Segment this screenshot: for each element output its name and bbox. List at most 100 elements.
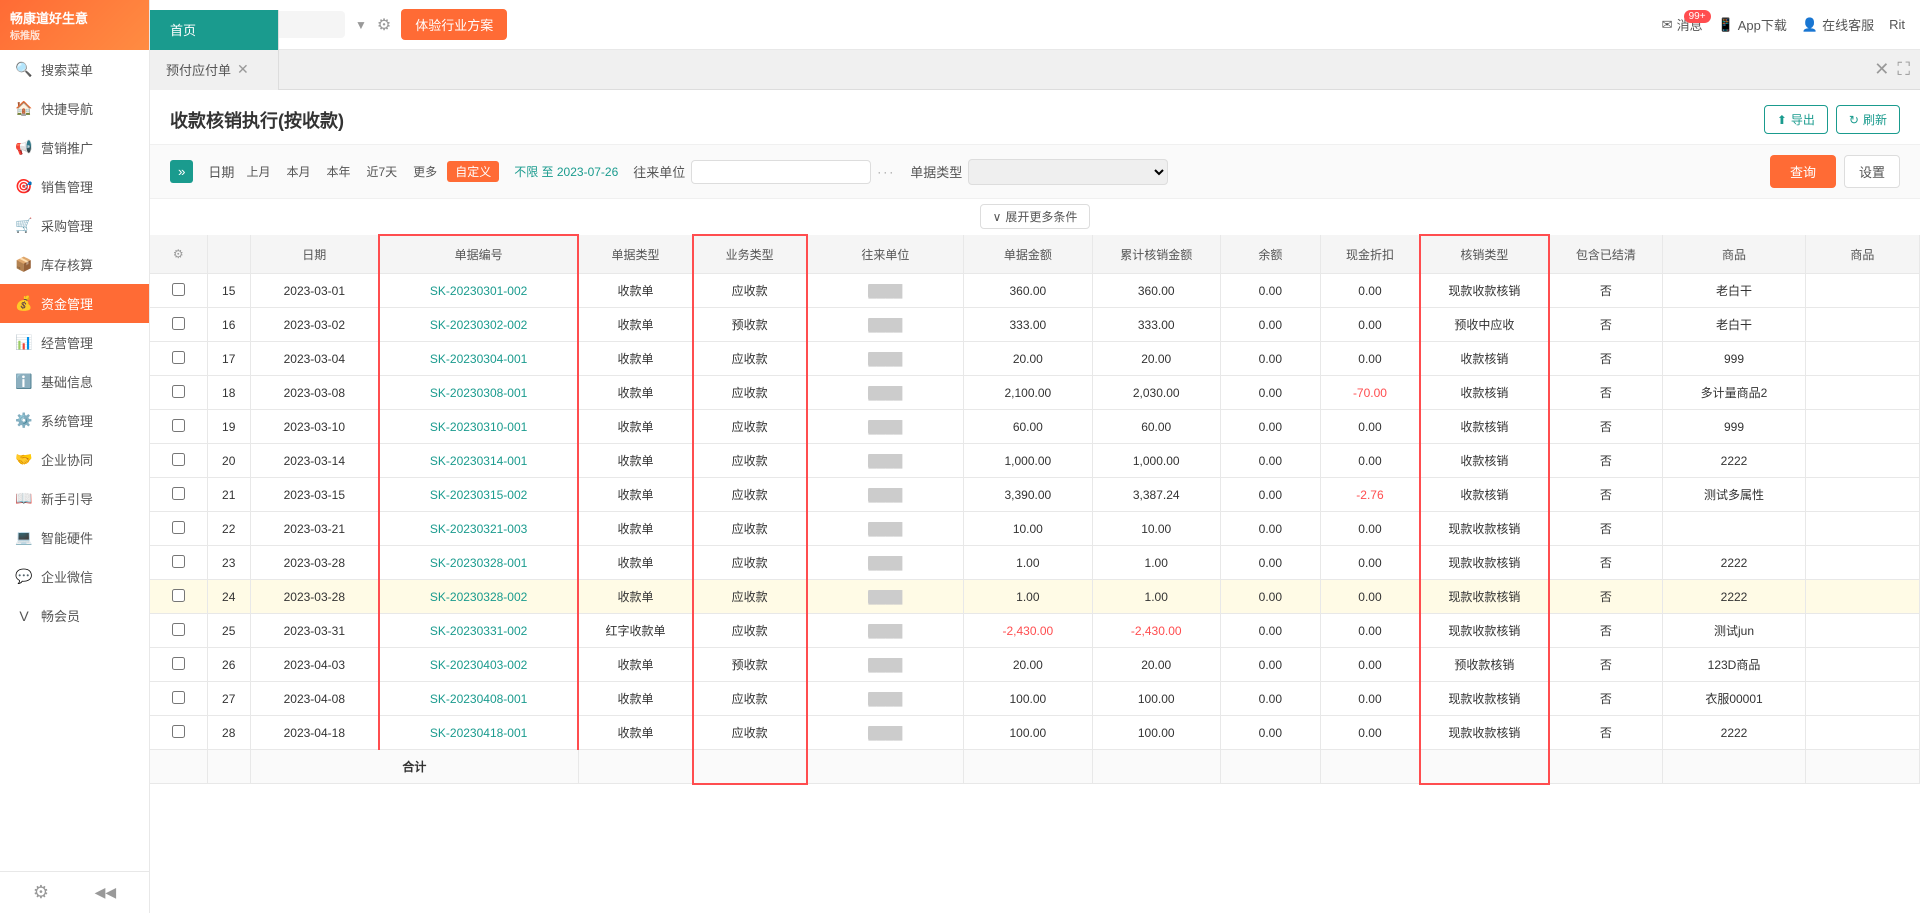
doc-no-link[interactable]: SK-20230314-001 <box>430 454 527 468</box>
date-this-month[interactable]: 本月 <box>280 161 316 182</box>
date-7days[interactable]: 近7天 <box>360 161 403 182</box>
cell-checkbox[interactable] <box>150 614 207 648</box>
doc-no-link[interactable]: SK-20230304-001 <box>430 352 527 366</box>
sidebar-item-inventory[interactable]: 📦库存核算 <box>0 245 149 284</box>
doc-no-link[interactable]: SK-20230328-001 <box>430 556 527 570</box>
doc-no-link[interactable]: SK-20230321-003 <box>430 522 527 536</box>
sidebar-item-wechat[interactable]: 💬企业微信 <box>0 557 149 596</box>
row-checkbox[interactable] <box>172 487 185 500</box>
col-biz-type[interactable]: 业务类型 <box>693 235 807 274</box>
expand-tab-icon[interactable]: ⛶ <box>1897 59 1910 80</box>
app-download-btn[interactable]: 📱 App下载 <box>1718 15 1787 34</box>
col-settings[interactable]: ⚙ <box>150 235 207 274</box>
sidebar-item-basic[interactable]: ℹ️基础信息 <box>0 362 149 401</box>
col-cash-discount[interactable]: 现金折扣 <box>1320 235 1420 274</box>
doc-no-link[interactable]: SK-20230408-001 <box>430 692 527 706</box>
settings-btn[interactable]: 设置 <box>1844 155 1900 188</box>
doc-no-link[interactable]: SK-20230301-002 <box>430 284 527 298</box>
col-unit[interactable]: 往来单位 <box>807 235 964 274</box>
doc-no-link[interactable]: SK-20230328-002 <box>430 590 527 604</box>
col-goods[interactable]: 商品 <box>1663 235 1806 274</box>
doc-no-link[interactable]: SK-20230331-002 <box>430 624 527 638</box>
doc-no-link[interactable]: SK-20230418-001 <box>430 726 527 740</box>
row-checkbox[interactable] <box>172 589 185 602</box>
col-total-cancel[interactable]: 累计核销金额 <box>1092 235 1220 274</box>
unit-dots[interactable]: ··· <box>877 165 895 179</box>
filter-toggle-btn[interactable]: » <box>170 160 193 183</box>
doc-no-link[interactable]: SK-20230302-002 <box>430 318 527 332</box>
cell-checkbox[interactable] <box>150 478 207 512</box>
tab-home[interactable]: 首页 <box>150 10 279 50</box>
date-custom-btn[interactable]: 自定义 <box>447 161 499 182</box>
date-last-month[interactable]: 上月 <box>240 161 276 182</box>
row-checkbox[interactable] <box>172 419 185 432</box>
doc-no-link[interactable]: SK-20230308-001 <box>430 386 527 400</box>
row-checkbox[interactable] <box>172 453 185 466</box>
row-checkbox[interactable] <box>172 623 185 636</box>
col-date[interactable]: 日期 <box>250 235 378 274</box>
query-btn[interactable]: 查询 <box>1770 155 1836 188</box>
col-cancel-type[interactable]: 核销类型 <box>1420 235 1548 274</box>
sidebar-item-sales[interactable]: 🎯销售管理 <box>0 167 149 206</box>
topbar-dropdown-icon[interactable]: ▼ <box>355 18 367 32</box>
col-goods2[interactable]: 商品 <box>1805 235 1919 274</box>
doc-no-link[interactable]: SK-20230315-002 <box>430 488 527 502</box>
sidebar-item-enterprise[interactable]: 🤝企业协同 <box>0 440 149 479</box>
col-include-settled[interactable]: 包含已结清 <box>1549 235 1663 274</box>
row-checkbox[interactable] <box>172 691 185 704</box>
sidebar-item-system[interactable]: ⚙️系统管理 <box>0 401 149 440</box>
sidebar-item-capital[interactable]: 💰资金管理 <box>0 284 149 323</box>
sidebar-item-search[interactable]: 🔍搜索菜单 <box>0 50 149 89</box>
user-name[interactable]: Rit <box>1889 17 1905 32</box>
col-doc-type[interactable]: 单据类型 <box>578 235 692 274</box>
cell-checkbox[interactable] <box>150 682 207 716</box>
cell-checkbox[interactable] <box>150 342 207 376</box>
row-checkbox[interactable] <box>172 521 185 534</box>
cell-checkbox[interactable] <box>150 546 207 580</box>
row-checkbox[interactable] <box>172 283 185 296</box>
sidebar-item-member[interactable]: V畅会员 <box>0 596 149 635</box>
cell-checkbox[interactable] <box>150 410 207 444</box>
unit-input[interactable] <box>691 160 871 184</box>
export-btn[interactable]: ⬆ 导出 <box>1764 105 1828 134</box>
doc-no-link[interactable]: SK-20230310-001 <box>430 420 527 434</box>
col-doc-no[interactable]: 单据编号 <box>379 235 579 274</box>
refresh-btn[interactable]: ↻ 刷新 <box>1836 105 1900 134</box>
cell-checkbox[interactable] <box>150 716 207 750</box>
col-balance[interactable]: 余额 <box>1220 235 1320 274</box>
tab-close-prepay[interactable]: ✕ <box>237 61 249 78</box>
message-btn[interactable]: ✉ 消息 99+ <box>1662 15 1703 34</box>
cell-checkbox[interactable] <box>150 274 207 308</box>
doc-type-select[interactable] <box>968 159 1168 185</box>
industry-btn[interactable]: 体验行业方案 <box>401 9 507 40</box>
sidebar-item-hardware[interactable]: 💻智能硬件 <box>0 518 149 557</box>
row-checkbox[interactable] <box>172 385 185 398</box>
cell-checkbox[interactable] <box>150 512 207 546</box>
cell-checkbox[interactable] <box>150 648 207 682</box>
cell-checkbox[interactable] <box>150 308 207 342</box>
date-more[interactable]: 更多 <box>407 161 443 182</box>
col-amount[interactable]: 单据金额 <box>964 235 1092 274</box>
cell-checkbox[interactable] <box>150 376 207 410</box>
close-tab-icon[interactable]: ✕ <box>1874 59 1889 80</box>
row-checkbox[interactable] <box>172 317 185 330</box>
tab-prepay[interactable]: 预付应付单✕ <box>150 50 279 90</box>
expand-more-btn[interactable]: ∨ 展开更多条件 <box>980 204 1091 229</box>
row-checkbox[interactable] <box>172 725 185 738</box>
service-btn[interactable]: 👤 在线客服 <box>1802 15 1874 34</box>
sidebar-item-purchase[interactable]: 🛒采购管理 <box>0 206 149 245</box>
cell-checkbox[interactable] <box>150 444 207 478</box>
sidebar-item-guide[interactable]: 📖新手引导 <box>0 479 149 518</box>
cell-checkbox[interactable] <box>150 580 207 614</box>
settings-icon[interactable]: ⚙ <box>33 882 49 903</box>
row-checkbox[interactable] <box>172 351 185 364</box>
doc-no-link[interactable]: SK-20230403-002 <box>430 658 527 672</box>
collapse-icon[interactable]: ◀◀ <box>95 884 117 901</box>
date-this-year[interactable]: 本年 <box>320 161 356 182</box>
sidebar-item-operations[interactable]: 📊经营管理 <box>0 323 149 362</box>
sidebar-item-marketing[interactable]: 📢营销推广 <box>0 128 149 167</box>
sidebar-item-quick-nav[interactable]: 🏠快捷导航 <box>0 89 149 128</box>
topbar-gear-icon[interactable]: ⚙ <box>377 15 391 35</box>
row-checkbox[interactable] <box>172 555 185 568</box>
row-checkbox[interactable] <box>172 657 185 670</box>
